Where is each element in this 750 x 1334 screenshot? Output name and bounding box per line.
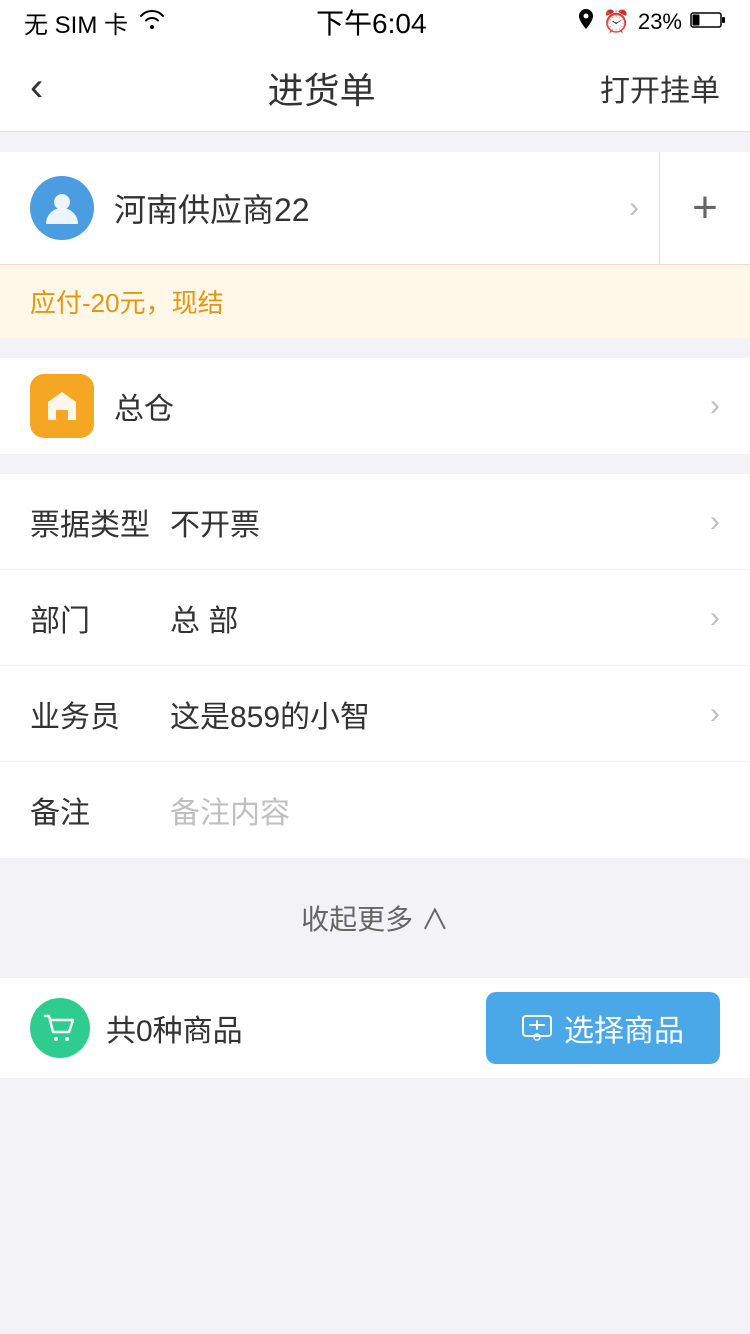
supplier-avatar — [30, 176, 94, 240]
open-pending-button[interactable]: 打开挂单 — [600, 66, 720, 110]
remark-placeholder: 备注内容 — [170, 788, 720, 832]
collapse-bar[interactable]: 收起更多 ∧ — [0, 878, 750, 958]
wifi-icon — [138, 8, 166, 36]
sim-indicator: 无 SIM 卡 — [24, 5, 128, 40]
cart-icon-wrap — [30, 998, 90, 1058]
notice-bar: 应付-20元，现结 — [0, 264, 750, 338]
warehouse-chevron-icon: › — [710, 389, 720, 423]
invoice-type-label: 票据类型 — [30, 500, 150, 544]
back-button[interactable]: ‹ — [30, 65, 43, 110]
supplier-selector[interactable]: 河南供应商22 › — [0, 152, 660, 264]
status-time: 下午6:04 — [316, 2, 427, 42]
salesperson-chevron-icon: › — [710, 697, 720, 731]
product-count-label: 共0种商品 — [106, 1006, 243, 1050]
select-product-label: 选择商品 — [564, 1006, 684, 1050]
warehouse-row[interactable]: 总仓 › — [0, 358, 750, 454]
nav-bar: ‹ 进货单 打开挂单 — [0, 44, 750, 132]
form-section: 票据类型 不开票 › 部门 总 部 › 业务员 这是859的小智 › 备注 备注… — [0, 474, 750, 858]
remark-row[interactable]: 备注 备注内容 — [0, 762, 750, 858]
supplier-name: 河南供应商22 — [114, 185, 629, 231]
notice-text: 应付-20元，现结 — [30, 288, 224, 318]
bottom-bar: 共0种商品 选择商品 — [0, 978, 750, 1078]
page-title: 进货单 — [268, 62, 376, 114]
department-chevron-icon: › — [710, 601, 720, 635]
department-row[interactable]: 部门 总 部 › — [0, 570, 750, 666]
battery-icon — [690, 9, 726, 35]
warehouse-icon-wrap — [30, 374, 94, 438]
warehouse-label: 总仓 — [114, 384, 710, 428]
department-value: 总 部 — [170, 596, 710, 640]
invoice-type-row[interactable]: 票据类型 不开票 › — [0, 474, 750, 570]
product-count-section: 共0种商品 — [30, 998, 243, 1058]
section-gap-1 — [0, 132, 750, 152]
add-supplier-button[interactable]: + — [660, 152, 750, 264]
warehouse-section: 总仓 › — [0, 358, 750, 454]
status-bar: 无 SIM 卡 下午6:04 ⏰ 23% — [0, 0, 750, 44]
location-icon — [577, 8, 595, 36]
invoice-type-chevron-icon: › — [710, 505, 720, 539]
select-product-button[interactable]: 选择商品 — [486, 992, 720, 1064]
salesperson-row[interactable]: 业务员 这是859的小智 › — [0, 666, 750, 762]
salesperson-value: 这是859的小智 — [170, 692, 710, 736]
salesperson-label: 业务员 — [30, 692, 150, 736]
supplier-section: 河南供应商22 › + — [0, 152, 750, 264]
collapse-label: 收起更多 ∧ — [301, 898, 449, 938]
invoice-type-value: 不开票 — [170, 500, 710, 544]
department-label: 部门 — [30, 596, 150, 640]
alarm-icon: ⏰ — [603, 9, 630, 35]
battery-text: 23% — [638, 9, 682, 35]
supplier-chevron-icon: › — [629, 191, 639, 225]
main-content: 河南供应商22 › + 应付-20元，现结 总仓 › 票据类型 不开票 › — [0, 132, 750, 1334]
status-left: 无 SIM 卡 — [24, 5, 166, 40]
status-right: ⏰ 23% — [577, 8, 726, 36]
remark-label: 备注 — [30, 788, 150, 832]
